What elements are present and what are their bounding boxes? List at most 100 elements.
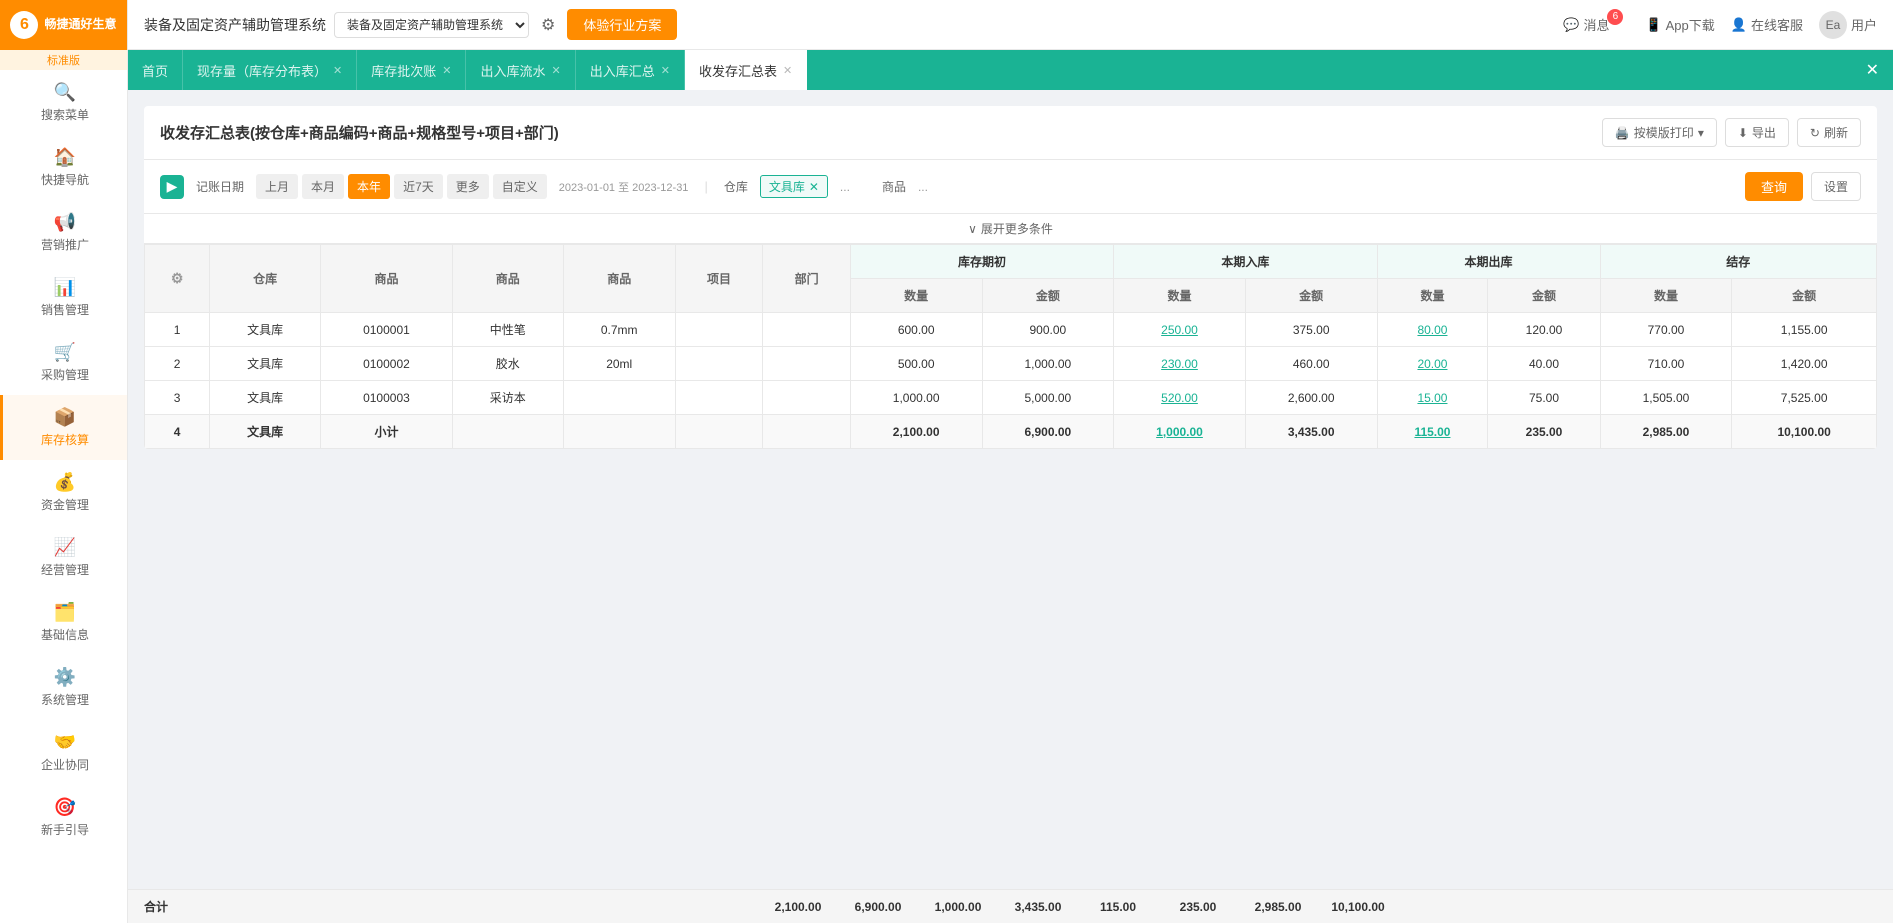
capital-icon: 💰 <box>54 472 76 493</box>
tab-home[interactable]: 首页 <box>128 50 183 90</box>
tab-inout-flow[interactable]: 出入库流水 ✕ <box>466 50 575 90</box>
close-icon[interactable]: ✕ <box>552 64 561 77</box>
date-btn-7days[interactable]: 近7天 <box>394 174 443 199</box>
tabbar: 首页 现存量（库存分布表） ✕ 库存批次账 ✕ 出入库流水 ✕ 出入库汇总 ✕ … <box>128 50 1893 90</box>
sidebar-item-purchase[interactable]: 🛒 采购管理 <box>0 330 127 395</box>
filter-toggle-btn[interactable]: ▶ <box>160 175 184 199</box>
out-qty-link[interactable]: 115.00 <box>1414 425 1450 439</box>
sidebar-item-label: 库存核算 <box>41 431 89 448</box>
inventory-icon: 📦 <box>54 407 76 428</box>
operation-icon: 📈 <box>54 537 76 558</box>
subtotal-row: 4 文具库 小计 2,100.00 6,900.00 1,000.00 3,43… <box>145 415 1877 449</box>
cell-in-qty[interactable]: 1,000.00 <box>1114 415 1246 449</box>
print-btn[interactable]: 🖨️ 按模版打印 ▾ <box>1602 118 1717 147</box>
settings-icon[interactable]: ⚙ <box>171 270 184 286</box>
close-icon[interactable]: ✕ <box>333 64 342 77</box>
gear-icon[interactable]: ⚙ <box>537 11 559 39</box>
col-goods-spec-header: 商品 <box>563 245 675 313</box>
col-bal-qty-header: 数量 <box>1600 279 1732 313</box>
in-qty-link[interactable]: 250.00 <box>1161 323 1198 337</box>
sidebar-item-system[interactable]: ⚙️ 系统管理 <box>0 655 127 720</box>
sidebar-item-enterprise[interactable]: 🤝 企业协同 <box>0 720 127 785</box>
cell-in-qty[interactable]: 250.00 <box>1114 313 1246 347</box>
col-settings-header[interactable]: ⚙ <box>145 245 210 313</box>
cell-bal-qty: 710.00 <box>1600 347 1732 381</box>
col-period-begin-header: 库存期初 <box>850 245 1113 279</box>
experience-btn[interactable]: 体验行业方案 <box>567 9 677 40</box>
date-btn-this-month[interactable]: 本月 <box>302 174 344 199</box>
close-icon[interactable]: ✕ <box>783 64 792 77</box>
search-icon: 🔍 <box>54 82 76 103</box>
warehouse-remove-icon[interactable]: ✕ <box>809 180 819 194</box>
online-service-item[interactable]: 👤 在线客服 <box>1731 15 1803 34</box>
sidebar-item-label: 企业协同 <box>41 756 89 773</box>
total-in-qty: 1,000.00 <box>918 900 998 914</box>
total-out-qty: 115.00 <box>1078 900 1158 914</box>
main-content: 收发存汇总表(按仓库+商品编码+商品+规格型号+项目+部门) 🖨️ 按模版打印 … <box>128 90 1893 923</box>
sidebar-item-capital[interactable]: 💰 资金管理 <box>0 460 127 525</box>
tabbar-close-icon[interactable]: ✕ <box>1852 60 1893 80</box>
chevron-down-icon: ▾ <box>1698 126 1704 140</box>
sidebar-item-operation[interactable]: 📈 经营管理 <box>0 525 127 590</box>
cell-num: 3 <box>145 381 210 415</box>
sidebar-item-marketing[interactable]: 📢 营销推广 <box>0 200 127 265</box>
date-btn-this-year[interactable]: 本年 <box>348 174 390 199</box>
sidebar-item-newbie[interactable]: 🎯 新手引导 <box>0 785 127 850</box>
topbar-right: 💬 消息 6 📱 App下载 👤 在线客服 Ea 用户 <box>1563 11 1877 39</box>
in-qty-link[interactable]: 1,000.00 <box>1156 425 1203 439</box>
system-select[interactable]: 装备及固定资产辅助管理系统 <box>334 12 529 38</box>
close-icon[interactable]: ✕ <box>661 64 670 77</box>
goods-more-btn[interactable]: ... <box>918 180 928 194</box>
service-icon: 👤 <box>1731 17 1747 33</box>
cell-goods-name: 胶水 <box>452 347 563 381</box>
expand-conditions-btn[interactable]: ∨ 展开更多条件 <box>968 220 1053 237</box>
app-download-item[interactable]: 📱 App下载 <box>1645 15 1714 34</box>
cell-in-qty[interactable]: 520.00 <box>1114 381 1246 415</box>
refresh-btn[interactable]: ↻ 刷新 <box>1797 118 1861 147</box>
sidebar-item-basic[interactable]: 🗂️ 基础信息 <box>0 590 127 655</box>
user-item[interactable]: Ea 用户 <box>1819 11 1877 39</box>
col-goods-name-header: 商品 <box>452 245 563 313</box>
topbar-left: 装备及固定资产辅助管理系统 装备及固定资产辅助管理系统 ⚙ 体验行业方案 <box>144 9 677 40</box>
date-btn-custom[interactable]: 自定义 <box>493 174 547 199</box>
date-btn-more[interactable]: 更多 <box>447 174 489 199</box>
sidebar-item-label: 搜索菜单 <box>41 106 89 123</box>
date-btn-prev-month[interactable]: 上月 <box>256 174 298 199</box>
out-qty-link[interactable]: 15.00 <box>1417 391 1447 405</box>
expand-bar: ∨ 展开更多条件 <box>144 214 1877 244</box>
close-icon[interactable]: ✕ <box>442 64 451 77</box>
query-btn[interactable]: 查询 <box>1745 172 1803 201</box>
tab-inout-summary[interactable]: 出入库汇总 ✕ <box>576 50 685 90</box>
refresh-icon: ↻ <box>1810 126 1820 140</box>
export-btn[interactable]: ⬇ 导出 <box>1725 118 1789 147</box>
cell-out-qty[interactable]: 80.00 <box>1377 313 1488 347</box>
date-label: 记账日期 <box>196 178 244 195</box>
purchase-icon: 🛒 <box>54 342 76 363</box>
cell-out-qty[interactable]: 115.00 <box>1377 415 1488 449</box>
set-btn[interactable]: 设置 <box>1811 172 1861 201</box>
cell-begin-qty: 500.00 <box>850 347 982 381</box>
logo-circle: 6 <box>10 11 38 39</box>
cell-out-qty[interactable]: 15.00 <box>1377 381 1488 415</box>
total-bal-amount: 10,100.00 <box>1318 900 1398 914</box>
tab-inventory-dist[interactable]: 现存量（库存分布表） ✕ <box>183 50 357 90</box>
in-qty-link[interactable]: 230.00 <box>1161 357 1198 371</box>
cell-begin-amount: 1,000.00 <box>982 347 1114 381</box>
in-qty-link[interactable]: 520.00 <box>1161 391 1198 405</box>
tab-recv-send-summary[interactable]: 收发存汇总表 ✕ <box>685 50 807 90</box>
col-goods-code-header: 商品 <box>321 245 453 313</box>
out-qty-link[interactable]: 80.00 <box>1417 323 1447 337</box>
sidebar-item-sales[interactable]: 📊 销售管理 <box>0 265 127 330</box>
cell-begin-amount: 6,900.00 <box>982 415 1114 449</box>
cell-out-qty[interactable]: 20.00 <box>1377 347 1488 381</box>
sidebar-item-search[interactable]: 🔍 搜索菜单 <box>0 70 127 135</box>
sidebar-item-inventory[interactable]: 📦 库存核算 <box>0 395 127 460</box>
tab-batch-account[interactable]: 库存批次账 ✕ <box>357 50 466 90</box>
sidebar-logo: 6 畅捷通好生意 <box>0 0 127 50</box>
warehouse-more-btn[interactable]: ... <box>840 180 850 194</box>
sidebar-item-quick[interactable]: 🏠 快捷导航 <box>0 135 127 200</box>
message-item[interactable]: 💬 消息 6 <box>1563 15 1629 34</box>
separator1: | <box>704 179 707 194</box>
out-qty-link[interactable]: 20.00 <box>1417 357 1447 371</box>
cell-in-qty[interactable]: 230.00 <box>1114 347 1246 381</box>
